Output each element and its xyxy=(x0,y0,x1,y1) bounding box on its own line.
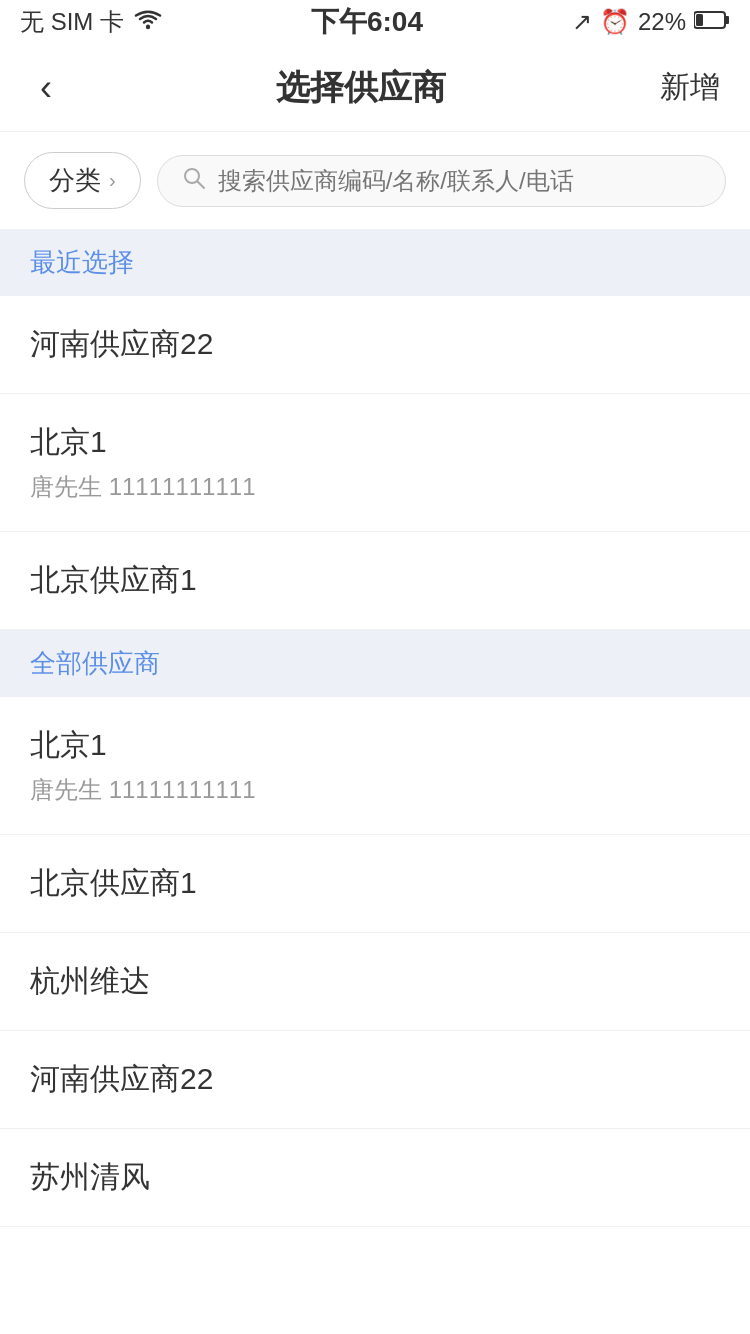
list-item[interactable]: 苏州清风 xyxy=(0,1129,750,1227)
filter-bar: 分类 › xyxy=(0,132,750,229)
item-name: 北京供应商1 xyxy=(30,863,720,904)
battery-text: 22% xyxy=(638,8,686,36)
location-icon: ↗ xyxy=(572,8,592,36)
item-sub: 唐先生 11111111111 xyxy=(30,774,720,806)
search-icon xyxy=(182,166,206,196)
battery-icon xyxy=(694,8,730,36)
sim-status: 无 SIM 卡 xyxy=(20,6,124,38)
list-item[interactable]: 杭州维达 xyxy=(0,933,750,1031)
add-button[interactable]: 新增 xyxy=(660,67,720,108)
svg-rect-2 xyxy=(725,16,729,24)
search-input[interactable] xyxy=(218,167,701,195)
item-name: 杭州维达 xyxy=(30,961,720,1002)
list-item[interactable]: 北京供应商1 xyxy=(0,532,750,630)
category-button[interactable]: 分类 › xyxy=(24,152,141,209)
list-item[interactable]: 河南供应商22 xyxy=(0,296,750,394)
back-button[interactable]: ‹ xyxy=(30,57,62,119)
item-name: 河南供应商22 xyxy=(30,1059,720,1100)
page-title: 选择供应商 xyxy=(276,65,446,111)
item-name: 北京供应商1 xyxy=(30,560,720,601)
svg-line-5 xyxy=(197,181,204,188)
item-name: 苏州清风 xyxy=(30,1157,720,1198)
category-label: 分类 xyxy=(49,163,101,198)
all-list: 北京1 唐先生 11111111111 北京供应商1 杭州维达 河南供应商22 … xyxy=(0,697,750,1227)
status-right: ↗ ⏰ 22% xyxy=(572,8,730,36)
recent-list: 河南供应商22 北京1 唐先生 11111111111 北京供应商1 xyxy=(0,296,750,630)
list-item[interactable]: 北京1 唐先生 11111111111 xyxy=(0,697,750,835)
nav-bar: ‹ 选择供应商 新增 xyxy=(0,44,750,132)
alarm-icon: ⏰ xyxy=(600,8,630,36)
item-name: 北京1 xyxy=(30,725,720,766)
svg-point-0 xyxy=(146,25,150,29)
list-item[interactable]: 北京供应商1 xyxy=(0,835,750,933)
search-box[interactable] xyxy=(157,155,726,207)
item-sub: 唐先生 11111111111 xyxy=(30,471,720,503)
list-item[interactable]: 河南供应商22 xyxy=(0,1031,750,1129)
svg-rect-3 xyxy=(696,14,703,26)
all-section-header: 全部供应商 xyxy=(0,630,750,697)
item-name: 河南供应商22 xyxy=(30,324,720,365)
recent-section-header: 最近选择 xyxy=(0,229,750,296)
chevron-right-icon: › xyxy=(109,169,116,192)
list-item[interactable]: 北京1 唐先生 11111111111 xyxy=(0,394,750,532)
status-left: 无 SIM 卡 xyxy=(20,6,162,38)
status-time: 下午6:04 xyxy=(311,3,423,41)
wifi-icon xyxy=(134,8,162,36)
status-bar: 无 SIM 卡 下午6:04 ↗ ⏰ 22% xyxy=(0,0,750,44)
item-name: 北京1 xyxy=(30,422,720,463)
